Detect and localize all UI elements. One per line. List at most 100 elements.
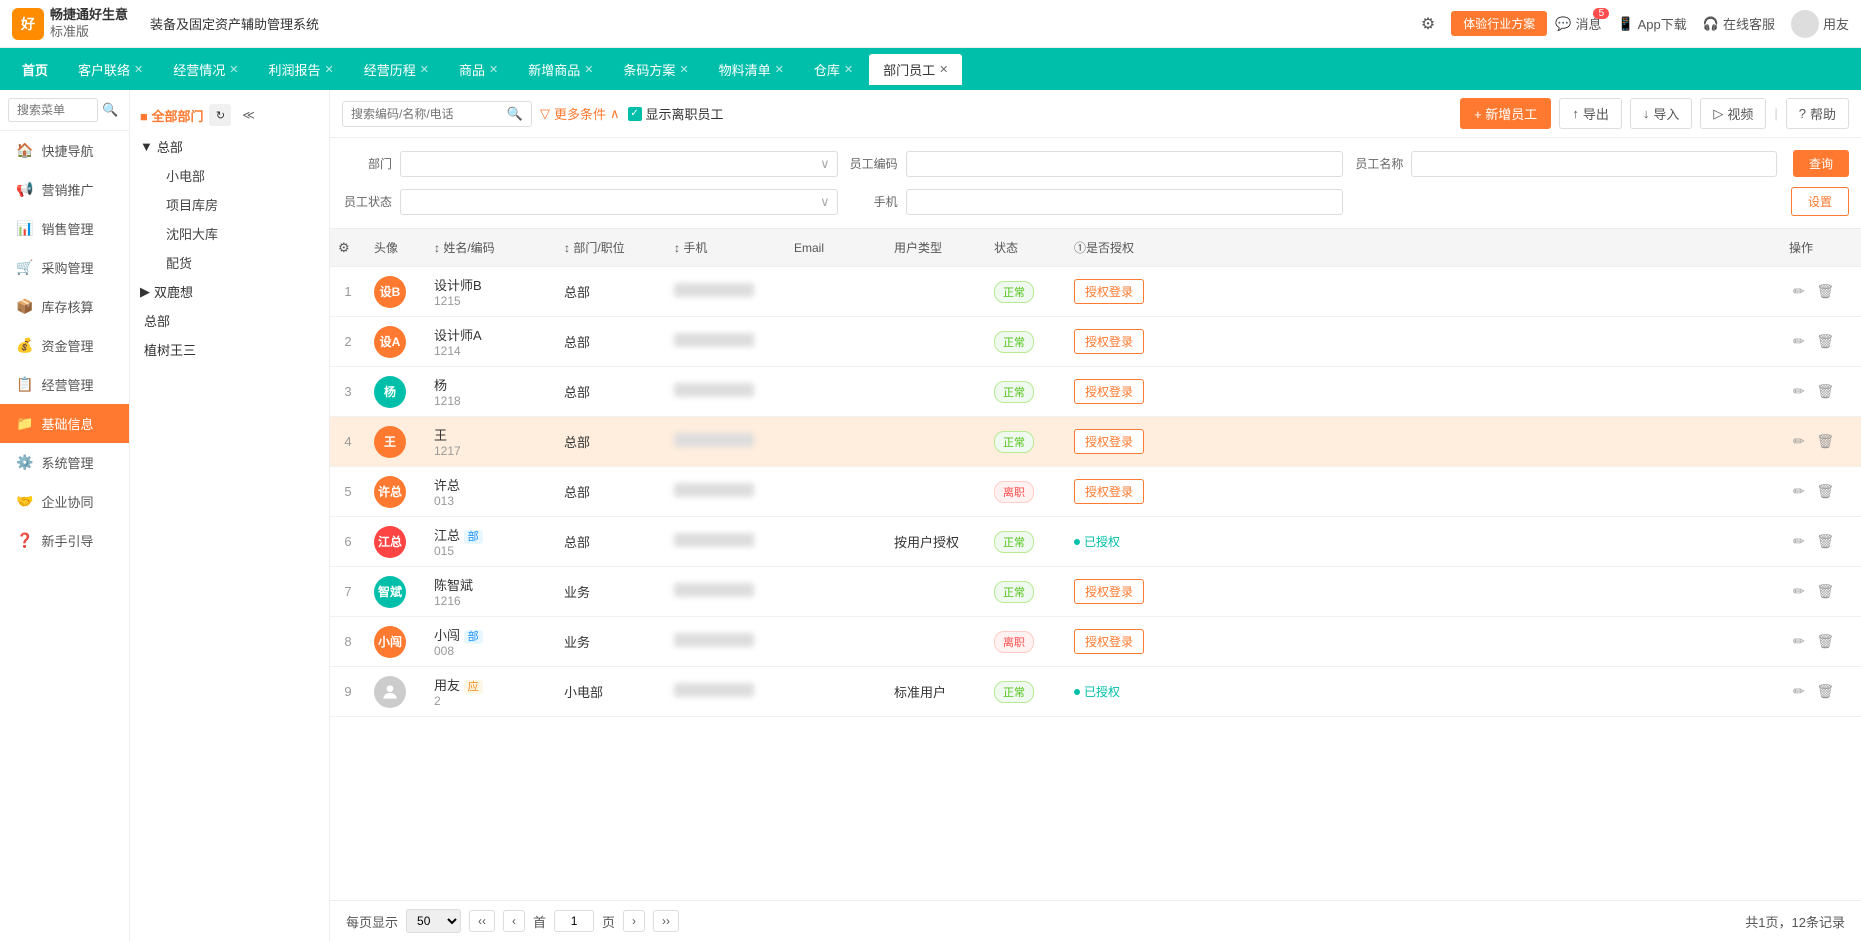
last-page-button[interactable]: ›› [653,910,679,932]
auth-login-button[interactable]: 授权登录 [1074,479,1144,504]
delete-button[interactable]: 🗑 [1812,331,1838,352]
sidebar-item-purchase[interactable]: 🛒采购管理 [0,248,129,287]
tree-node-zhishu[interactable]: 植树王三 [130,335,329,364]
close-icon[interactable]: ✕ [939,63,948,76]
page-number-input[interactable] [554,910,594,932]
tab-home[interactable]: 首页 [8,54,62,85]
auth-login-button[interactable]: 授权登录 [1074,329,1144,354]
tab-add-goods[interactable]: 新增商品 ✕ [514,54,607,85]
delete-button[interactable]: 🗑 [1812,431,1838,452]
close-icon[interactable]: ✕ [325,63,334,76]
delete-button[interactable]: 🗑 [1812,581,1838,602]
tab-bom[interactable]: 物料清单 ✕ [705,54,798,85]
edit-button[interactable]: ✏ [1789,531,1809,552]
search-input[interactable] [351,107,503,121]
gear-icon[interactable]: ⚙ [338,240,350,255]
tree-node-shenyang[interactable]: 沈阳大库 [130,219,329,248]
close-icon[interactable]: ✕ [489,63,498,76]
prev-page-button[interactable]: ‹ [503,910,525,932]
emp-name-input[interactable] [1411,151,1777,177]
tree-node-zongbu[interactable]: 总部 [130,306,329,335]
search-button[interactable]: 查询 [1793,150,1849,177]
sidebar-search-input[interactable] [8,98,98,122]
sidebar-item-sales[interactable]: 📊销售管理 [0,209,129,248]
edit-button[interactable]: ✏ [1789,431,1809,452]
sidebar-item-system[interactable]: ⚙️系统管理 [0,443,129,482]
sidebar-item-guide[interactable]: ❓新手引导 [0,521,129,560]
delete-button[interactable]: 🗑 [1812,281,1838,302]
auth-login-button[interactable]: 授权登录 [1074,629,1144,654]
edit-button[interactable]: ✏ [1789,281,1809,302]
tab-warehouse[interactable]: 仓库 ✕ [800,54,867,85]
sidebar-item-quicknav[interactable]: 🏠快捷导航 [0,131,129,170]
settings-button[interactable]: 设置 [1791,187,1849,216]
export-button[interactable]: ↑ 导出 [1559,98,1622,129]
row-ops: ✏ 🗑 [1781,417,1861,467]
auth-login-button[interactable]: 授权登录 [1074,429,1144,454]
auth-login-button[interactable]: 授权登录 [1074,279,1144,304]
sidebar-item-marketing[interactable]: 📢营销推广 [0,170,129,209]
show-resigned-checkbox[interactable]: ✓ 显示离职员工 [628,104,724,123]
sidebar-item-finance[interactable]: 💰资金管理 [0,326,129,365]
edit-button[interactable]: ✏ [1789,631,1809,652]
col-name[interactable]: ↕ 姓名/编码 [426,229,556,267]
tree-node-xiaodian[interactable]: 小电部 [130,161,329,190]
more-filter-button[interactable]: ▽ 更多条件 ∧ [540,104,620,123]
delete-button[interactable]: 🗑 [1812,481,1838,502]
message-button[interactable]: 💬 消息 5 [1555,14,1601,33]
tab-customer[interactable]: 客户联络 ✕ [64,54,157,85]
first-page-button[interactable]: ‹‹ [469,910,495,932]
phone-input[interactable] [906,189,1344,215]
sidebar-item-mgmt[interactable]: 📋经营管理 [0,365,129,404]
tree-node-peihuo[interactable]: 配货 [130,248,329,277]
edit-button[interactable]: ✏ [1789,481,1809,502]
emp-status-select[interactable] [400,189,838,215]
online-support-button[interactable]: 🎧 在线客服 [1703,14,1775,33]
next-page-button[interactable]: › [623,910,645,932]
tree-node-shuangluxiang[interactable]: ▶ 双鹿想 [130,277,329,306]
help-button[interactable]: ? 帮助 [1786,98,1849,129]
sidebar-item-inventory[interactable]: 📦库存核算 [0,287,129,326]
close-icon[interactable]: ✕ [134,63,143,76]
tab-goods[interactable]: 商品 ✕ [445,54,512,85]
emp-code-input[interactable] [906,151,1344,177]
app-download-button[interactable]: 📱 App下载 [1617,14,1686,33]
close-icon[interactable]: ✕ [679,63,688,76]
sidebar-item-basic[interactable]: 📁基础信息 [0,404,129,443]
tab-profit[interactable]: 利润报告 ✕ [254,54,347,85]
settings-icon[interactable]: ⚙ [1421,14,1435,34]
delete-button[interactable]: 🗑 [1812,681,1838,702]
col-phone[interactable]: ↕ 手机 [666,229,786,267]
tab-barcode[interactable]: 条码方案 ✕ [609,54,702,85]
dept-select[interactable] [400,151,838,177]
per-page-select[interactable]: 50 100 [406,909,461,933]
edit-button[interactable]: ✏ [1789,681,1809,702]
delete-button[interactable]: 🗑 [1812,531,1838,552]
video-button[interactable]: ▷ 视频 [1700,98,1766,129]
add-employee-button[interactable]: + 新增员工 [1460,98,1551,129]
trial-button[interactable]: 体验行业方案 [1451,11,1547,36]
tab-department[interactable]: 部门员工 ✕ [869,54,962,85]
tree-node-general[interactable]: ▼ 总部 [130,132,329,161]
close-icon[interactable]: ✕ [420,63,429,76]
tree-node-project[interactable]: 项目库房 [130,190,329,219]
close-icon[interactable]: ✕ [584,63,593,76]
edit-button[interactable]: ✏ [1789,381,1809,402]
tab-history[interactable]: 经营历程 ✕ [350,54,443,85]
edit-button[interactable]: ✏ [1789,331,1809,352]
user-menu[interactable]: 用友 [1791,10,1849,38]
sidebar-item-collab[interactable]: 🤝企业协同 [0,482,129,521]
auth-login-button[interactable]: 授权登录 [1074,579,1144,604]
delete-button[interactable]: 🗑 [1812,381,1838,402]
edit-button[interactable]: ✏ [1789,581,1809,602]
close-icon[interactable]: ✕ [229,63,238,76]
close-icon[interactable]: ✕ [844,63,853,76]
close-icon[interactable]: ✕ [775,63,784,76]
tree-collapse-button[interactable]: ≪ [237,104,259,126]
import-button[interactable]: ↓ 导入 [1630,98,1693,129]
auth-login-button[interactable]: 授权登录 [1074,379,1144,404]
tree-refresh-button[interactable]: ↻ [209,104,231,126]
delete-button[interactable]: 🗑 [1812,631,1838,652]
col-dept[interactable]: ↕ 部门/职位 [556,229,666,267]
tab-operations[interactable]: 经营情况 ✕ [159,54,252,85]
